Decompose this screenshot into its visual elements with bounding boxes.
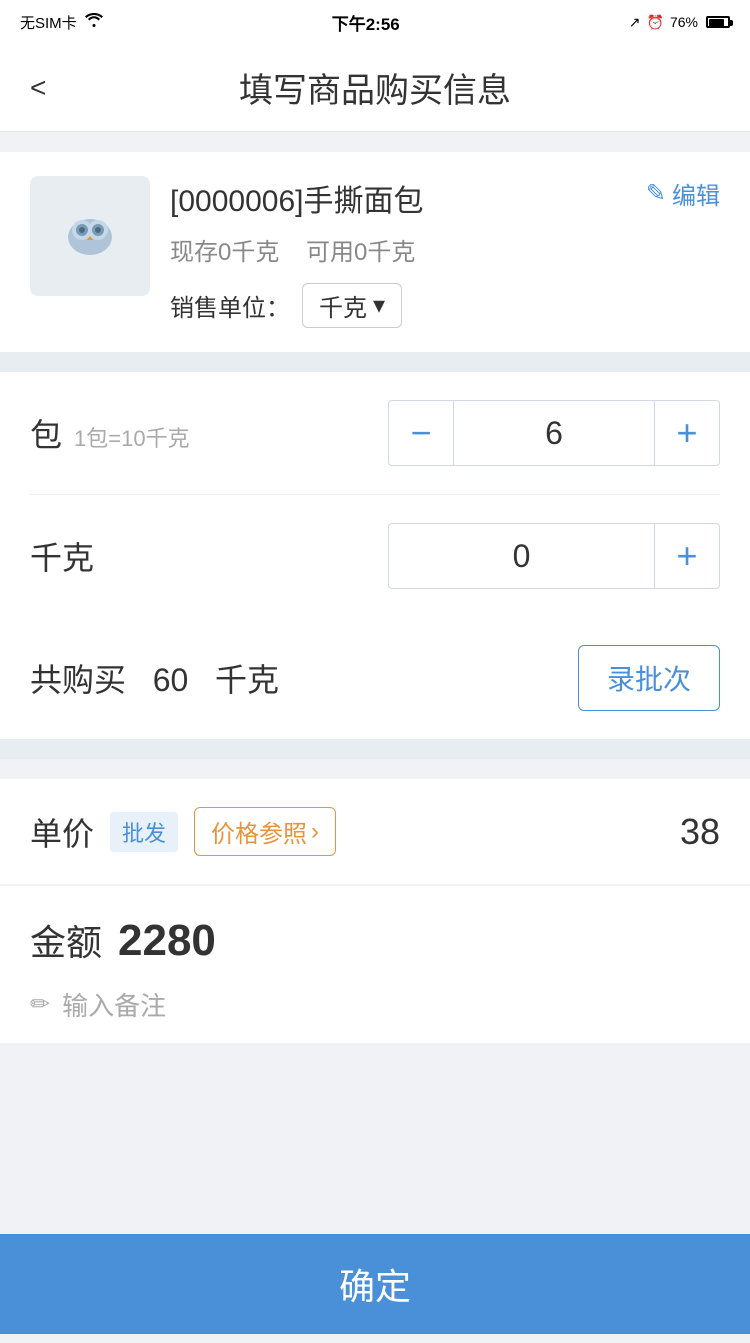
section-divider-2	[0, 739, 750, 759]
edit-label: 编辑	[672, 176, 720, 211]
status-right: ↗ ⏰ 76%	[629, 14, 730, 31]
pencil-icon: ✏	[30, 990, 50, 1019]
edit-icon: ✎	[646, 179, 666, 208]
bao-plus-button[interactable]: +	[654, 400, 720, 466]
edit-button[interactable]: ✎ 编辑	[646, 176, 720, 211]
kg-label: 千克	[30, 533, 388, 579]
battery-percent: 76%	[670, 14, 698, 30]
kg-text: 千克	[30, 533, 94, 579]
product-info: [0000006]手撕面包 现存0千克 可用0千克 销售单位： 千克 ▾	[170, 176, 720, 328]
section-divider-1	[0, 352, 750, 372]
total-amount: 60	[153, 662, 189, 698]
price-ref-arrow: ›	[311, 818, 319, 846]
total-label: 共购买 60 千克	[30, 655, 279, 701]
carrier-text: 无SIM卡	[20, 12, 77, 33]
total-prefix: 共购买	[30, 662, 126, 698]
bao-controls: − +	[388, 400, 720, 466]
back-button[interactable]: <	[30, 74, 46, 102]
unit-arrow: ▾	[373, 291, 385, 320]
nav-bar: < 填写商品购买信息	[0, 44, 750, 132]
status-left: 无SIM卡	[20, 12, 103, 33]
battery-icon	[706, 16, 730, 28]
amount-text: 金额	[30, 914, 102, 966]
total-row: 共购买 60 千克 录批次	[0, 617, 750, 739]
confirm-button[interactable]: 确定	[0, 1234, 750, 1334]
kg-controls: +	[388, 523, 720, 589]
unit-label: 销售单位：	[170, 288, 290, 323]
kg-input[interactable]	[388, 523, 654, 589]
bao-quantity-row: 包 1包=10千克 − +	[30, 372, 720, 495]
price-ref-label: 价格参照	[211, 814, 307, 849]
kg-quantity-row: 千克 +	[30, 495, 720, 617]
kg-plus-button[interactable]: +	[654, 523, 720, 589]
bao-input[interactable]	[454, 400, 654, 466]
quantity-section: 包 1包=10千克 − + 千克 +	[0, 372, 750, 617]
product-stock: 现存0千克 可用0千克	[170, 232, 720, 267]
amount-label: 金额 2280	[30, 914, 720, 966]
price-label: 单价	[30, 809, 94, 855]
bao-minus-button[interactable]: −	[388, 400, 454, 466]
remark-placeholder: 输入备注	[62, 986, 166, 1023]
status-time: 下午2:56	[332, 10, 400, 35]
alarm-icon: ⏰	[647, 14, 664, 31]
price-value: 38	[680, 811, 720, 853]
status-bar: 无SIM卡 下午2:56 ↗ ⏰ 76%	[0, 0, 750, 44]
wifi-icon	[85, 13, 103, 31]
product-name: [0000006]手撕面包	[170, 176, 720, 220]
stock-label: 现存0千克	[170, 239, 279, 266]
unit-select[interactable]: 千克 ▾	[302, 283, 402, 328]
product-card: [0000006]手撕面包 现存0千克 可用0千克 销售单位： 千克 ▾ ✎ 编…	[0, 152, 750, 352]
batch-record-button[interactable]: 录批次	[578, 645, 720, 711]
price-section: 单价 批发 价格参照 › 38	[0, 779, 750, 884]
bao-label: 包 1包=10千克	[30, 410, 388, 456]
product-unit: 销售单位： 千克 ▾	[170, 283, 720, 328]
page-title: 填写商品购买信息	[239, 63, 511, 112]
bao-hint: 1包=10千克	[74, 421, 190, 453]
amount-value: 2280	[118, 916, 216, 966]
unit-value: 千克	[319, 288, 367, 323]
remark-row[interactable]: ✏ 输入备注	[30, 986, 720, 1023]
product-logo	[60, 202, 120, 271]
price-ref-button[interactable]: 价格参照 ›	[194, 807, 336, 856]
total-unit: 千克	[215, 662, 279, 698]
product-image	[30, 176, 150, 296]
amount-section: 金额 2280 ✏ 输入备注	[0, 886, 750, 1043]
price-tag: 批发	[110, 812, 178, 852]
bao-text: 包	[30, 410, 62, 456]
available-label: 可用0千克	[306, 239, 415, 266]
location-icon: ↗	[629, 14, 641, 31]
